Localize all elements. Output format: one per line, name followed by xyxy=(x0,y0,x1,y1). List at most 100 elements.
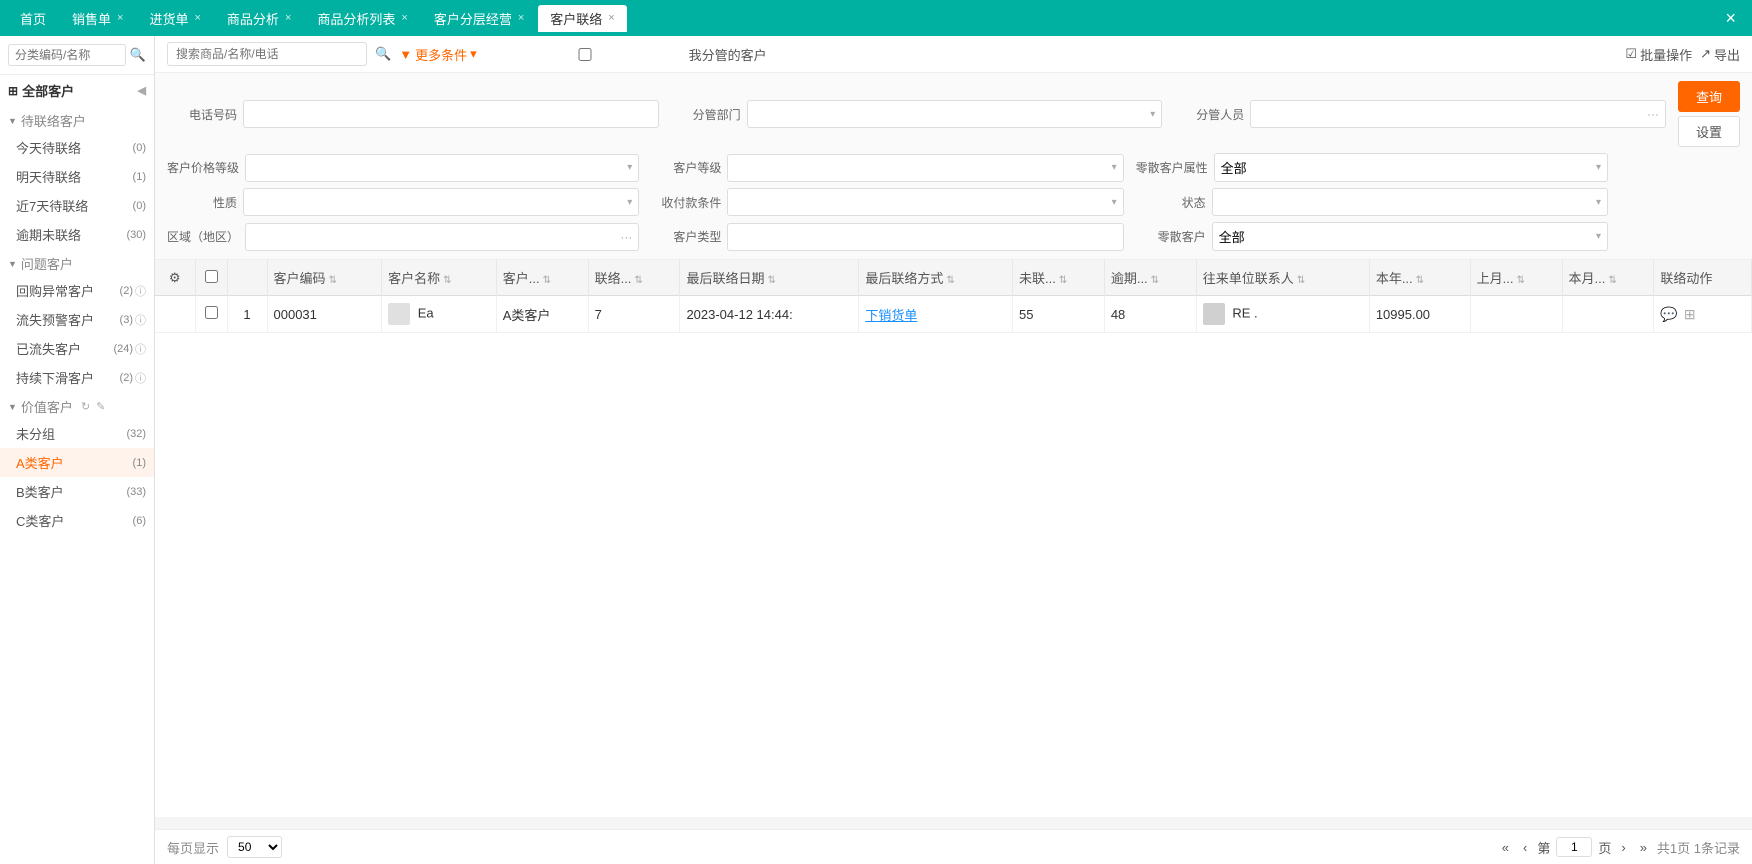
retail-attr-select[interactable]: 全部▾ xyxy=(1214,153,1608,182)
batch-op-button[interactable]: ☑ 批量操作 xyxy=(1625,45,1692,64)
cell-last-method[interactable]: 下销货单 xyxy=(859,296,1013,333)
sidebar-search-icon[interactable]: 🔍 xyxy=(130,47,146,63)
nav-tab-analysis-list[interactable]: 商品分析列表 × xyxy=(305,5,419,32)
sort-this-month[interactable]: ⇅ xyxy=(1608,275,1616,286)
grid-action-icon[interactable]: ⊞ xyxy=(1684,306,1696,323)
col-num xyxy=(227,260,267,296)
next-page-button[interactable]: › xyxy=(1617,838,1629,857)
edit-value-icon[interactable]: ✎ xyxy=(96,400,105,413)
manager-select[interactable]: ··· xyxy=(1250,100,1666,128)
query-settings-group: 查询 设置 xyxy=(1678,81,1740,147)
sort-last-date[interactable]: ⇅ xyxy=(767,275,775,286)
adv-row-1: 电话号码 分管部门 ▾ 分管人员 ··· 查询 设置 xyxy=(167,81,1740,147)
sidebar-item-a-class[interactable]: A类客户 (1) xyxy=(0,448,154,477)
sidebar-item-7days-contact[interactable]: 近7天待联络 (0) xyxy=(0,191,154,220)
more-filters-button[interactable]: ▼ 更多条件 ▾ xyxy=(399,45,476,64)
top-nav: 首页 销售单 × 进货单 × 商品分析 × 商品分析列表 × 客户分层经营 × … xyxy=(0,0,1752,36)
sidebar-value-customers-header[interactable]: ▼ 价值客户 ↻ ✎ xyxy=(0,392,154,419)
prev-page-button[interactable]: ‹ xyxy=(1519,838,1531,857)
sidebar-item-churn-warning[interactable]: 流失预警客户 (3) ⓘ xyxy=(0,305,154,334)
sidebar-item-overdue-contact[interactable]: 逾期未联络 (30) xyxy=(0,220,154,249)
nav-tab-sales[interactable]: 销售单 × xyxy=(60,5,135,32)
nav-tab-analysis[interactable]: 商品分析 × xyxy=(215,5,303,32)
sidebar-all-customers[interactable]: ⊞ 全部客户 ◀ xyxy=(0,75,154,106)
close-analysis-tab[interactable]: × xyxy=(285,12,291,24)
page-number-input[interactable] xyxy=(1556,837,1592,857)
query-button[interactable]: 查询 xyxy=(1678,81,1740,112)
export-button[interactable]: ↗ 导出 xyxy=(1700,45,1740,64)
phone-input[interactable] xyxy=(243,100,659,128)
sidebar-item-declining[interactable]: 持续下滑客户 (2) ⓘ xyxy=(0,363,154,392)
sidebar-problem-customers-header[interactable]: ▼ 问题客户 xyxy=(0,249,154,276)
close-all-button[interactable]: × xyxy=(1717,8,1744,29)
close-purchase-tab[interactable]: × xyxy=(194,12,200,24)
sort-last-method[interactable]: ⇅ xyxy=(946,275,954,286)
nav-tab-purchase[interactable]: 进货单 × xyxy=(137,5,212,32)
cell-check[interactable] xyxy=(195,296,227,333)
select-all-checkbox[interactable] xyxy=(205,270,218,283)
action-icons: 💬 ⊞ xyxy=(1660,306,1745,323)
retail-customer-select[interactable]: 全部▾ xyxy=(1212,222,1608,251)
price-level-select[interactable]: ▾ xyxy=(245,154,639,182)
sort-contact[interactable]: ⇅ xyxy=(634,275,642,286)
sort-this-year[interactable]: ⇅ xyxy=(1416,275,1424,286)
sidebar-item-tomorrow-contact[interactable]: 明天待联络 (1) xyxy=(0,162,154,191)
sort-type[interactable]: ⇅ xyxy=(543,275,551,286)
sidebar-item-churned[interactable]: 已流失客户 (24) ⓘ xyxy=(0,334,154,363)
refresh-icon[interactable]: ↻ xyxy=(81,400,90,413)
grid-icon: ⊞ xyxy=(8,84,18,98)
nav-tab-customer-contact[interactable]: 客户联络 × xyxy=(538,5,626,32)
col-check[interactable] xyxy=(195,260,227,296)
sidebar-waiting-contact-header[interactable]: ▼ 待联络客户 xyxy=(0,106,154,133)
sidebar-item-today-contact[interactable]: 今天待联络 (0) xyxy=(0,133,154,162)
col-this-year: 本年...⇅ xyxy=(1369,260,1470,296)
sort-overdue[interactable]: ⇅ xyxy=(1151,275,1159,286)
nature-select[interactable]: ▾ xyxy=(243,188,639,216)
sidebar-collapse-icon[interactable]: ◀ xyxy=(138,84,146,97)
sort-code[interactable]: ⇅ xyxy=(329,275,337,286)
sidebar-item-unclassified[interactable]: 未分组 (32) xyxy=(0,419,154,448)
filter-search-icon[interactable]: 🔍 xyxy=(375,46,391,62)
row-checkbox[interactable] xyxy=(205,306,218,319)
col-settings[interactable]: ⚙ xyxy=(155,260,195,296)
customer-type-input[interactable] xyxy=(727,223,1123,251)
first-page-button[interactable]: « xyxy=(1498,838,1513,857)
close-sales-tab[interactable]: × xyxy=(117,12,123,24)
settings-button[interactable]: 设置 xyxy=(1678,116,1740,147)
sidebar-search-input[interactable] xyxy=(8,44,126,66)
chat-icon[interactable]: 💬 xyxy=(1660,306,1677,323)
col-name: 客户名称⇅ xyxy=(382,260,497,296)
cell-this-month xyxy=(1562,296,1654,333)
close-customer-contact-tab[interactable]: × xyxy=(608,12,614,24)
close-analysis-list-tab[interactable]: × xyxy=(401,12,407,24)
col-last-month: 上月...⇅ xyxy=(1470,260,1562,296)
page-size-select[interactable]: 50 100 200 xyxy=(227,836,282,858)
search-input[interactable] xyxy=(167,42,367,66)
last-page-button[interactable]: » xyxy=(1636,838,1651,857)
info-icon2: ⓘ xyxy=(135,312,146,328)
region-select[interactable]: ··· xyxy=(245,223,639,251)
sort-no-contact[interactable]: ⇅ xyxy=(1059,275,1067,286)
sort-last-month[interactable]: ⇅ xyxy=(1517,275,1525,286)
sidebar-item-b-class[interactable]: B类客户 (33) xyxy=(0,477,154,506)
filter-region: 区域（地区） ··· xyxy=(167,223,639,251)
customer-level-select[interactable]: ▾ xyxy=(727,154,1123,182)
status-select[interactable]: ▾ xyxy=(1212,188,1608,216)
my-customers-checkbox[interactable] xyxy=(485,48,685,61)
advanced-filters: 电话号码 分管部门 ▾ 分管人员 ··· 查询 设置 xyxy=(155,73,1752,260)
col-code: 客户编码⇅ xyxy=(267,260,382,296)
close-customer-tier-tab[interactable]: × xyxy=(518,12,524,24)
payment-select[interactable]: ▾ xyxy=(727,188,1123,216)
sidebar-item-c-class[interactable]: C类客户 (6) xyxy=(0,506,154,535)
dept-select[interactable]: ▾ xyxy=(747,100,1163,128)
sort-contact2[interactable]: ⇅ xyxy=(1297,275,1305,286)
nav-tab-home[interactable]: 首页 xyxy=(8,5,58,32)
nav-tab-customer-tier[interactable]: 客户分层经营 × xyxy=(422,5,536,32)
sort-name[interactable]: ⇅ xyxy=(443,275,451,286)
col-contact: 联络...⇅ xyxy=(588,260,680,296)
customer-avatar xyxy=(388,303,410,325)
bottom-bar: 每页显示 50 100 200 « ‹ 第 页 › » 共1页 1条记录 xyxy=(155,829,1752,864)
horizontal-scrollbar[interactable] xyxy=(155,817,1752,829)
sidebar-item-repurchase-abnormal[interactable]: 回购异常客户 (2) ⓘ xyxy=(0,276,154,305)
content-area: 🔍 ▼ 更多条件 ▾ 我分管的客户 ☑ 批量操作 ↗ 导出 xyxy=(155,36,1752,864)
